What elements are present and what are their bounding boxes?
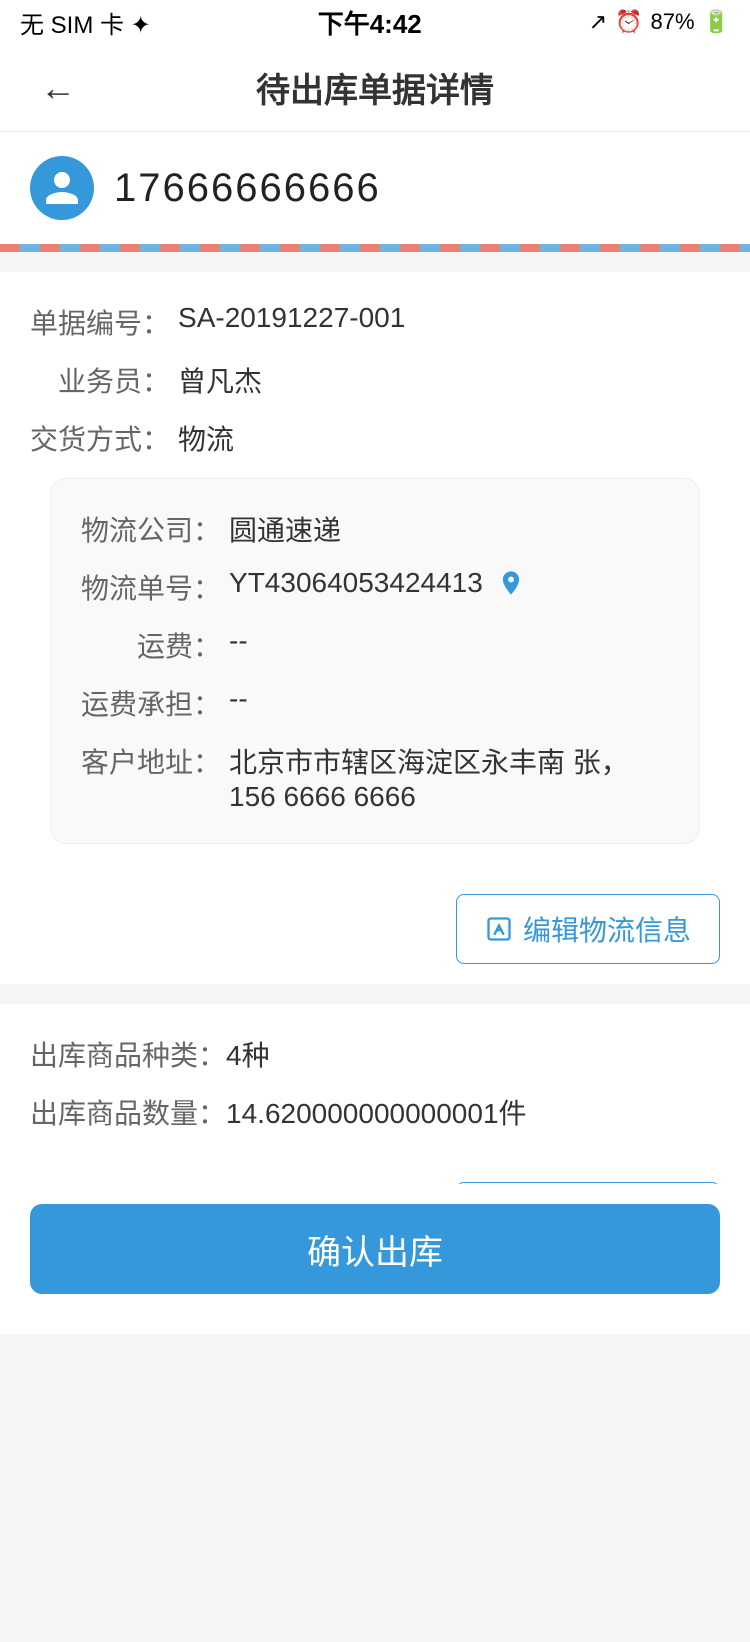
goods-types-label: 出库商品种类：: [30, 1034, 226, 1074]
address-value: 北京市市辖区海淀区永丰南 张，156 6666 6666: [229, 741, 669, 813]
alarm-icon: ⏰: [615, 9, 642, 35]
logistics-tracking-label: 物流单号：: [81, 567, 221, 607]
section-divider: [0, 984, 750, 1004]
battery-status: 87%: [651, 9, 695, 35]
freight-bearer-row: 运费承担： --: [81, 683, 669, 723]
logistics-company-label: 物流公司：: [81, 509, 221, 549]
map-pin-icon[interactable]: [495, 567, 527, 599]
edit-logistics-button[interactable]: 编辑物流信息: [456, 894, 720, 964]
goods-types-row: 出库商品种类： 4种: [30, 1034, 720, 1074]
freight-bearer-value: --: [229, 683, 669, 715]
document-number-label: 单据编号：: [30, 302, 170, 342]
page-title: 待出库单据详情: [256, 63, 494, 112]
salesman-value: 曾凡杰: [178, 360, 720, 400]
user-icon: [42, 168, 82, 208]
logistics-tracking-row: 物流单号： YT43064053424413: [81, 567, 669, 607]
logistics-company-row: 物流公司： 圆通速递: [81, 509, 669, 549]
goods-section: 出库商品种类： 4种 出库商品数量： 14.620000000000001件: [0, 1004, 750, 1162]
edit-logistics-label: 编辑物流信息: [523, 909, 691, 949]
address-label: 客户地址：: [81, 741, 221, 781]
delivery-row: 交货方式： 物流: [30, 418, 720, 458]
document-number-value: SA-20191227-001: [178, 302, 720, 334]
delivery-label: 交货方式：: [30, 418, 170, 458]
dashed-separator: [0, 244, 750, 252]
location-icon-status: ↗: [589, 9, 607, 35]
document-number-row: 单据编号： SA-20191227-001: [30, 302, 720, 342]
document-info-section: 单据编号： SA-20191227-001 业务员： 曾凡杰 交货方式： 物流 …: [0, 272, 750, 874]
salesman-label: 业务员：: [30, 360, 170, 400]
nav-bar: ← 待出库单据详情: [0, 44, 750, 132]
logistics-company-value: 圆通速递: [229, 509, 669, 549]
confirm-outbound-button[interactable]: 确认出库: [30, 1204, 720, 1294]
status-left: 无 SIM 卡 ✦: [20, 5, 151, 40]
user-phone: 17666666666: [114, 166, 381, 211]
goods-quantity-row: 出库商品数量： 14.620000000000001件: [30, 1092, 720, 1132]
battery-icon: 🔋: [703, 9, 730, 35]
sim-status: 无 SIM 卡 ✦: [20, 5, 151, 40]
confirm-btn-area: 确认出库: [0, 1184, 750, 1334]
user-header: 17666666666: [0, 132, 750, 244]
goods-types-value: 4种: [226, 1034, 270, 1074]
back-button[interactable]: ←: [30, 57, 86, 119]
status-right: ↗ ⏰ 87% 🔋: [589, 9, 730, 35]
delivery-value: 物流: [178, 418, 720, 458]
edit-btn-container: 编辑物流信息: [0, 874, 750, 984]
confirm-btn-label: 确认出库: [307, 1225, 443, 1274]
status-time: 下午4:42: [318, 4, 422, 41]
salesman-row: 业务员： 曾凡杰: [30, 360, 720, 400]
goods-quantity-value: 14.620000000000001件: [226, 1092, 527, 1132]
avatar: [30, 156, 94, 220]
freight-bearer-label: 运费承担：: [81, 683, 221, 723]
freight-row: 运费： --: [81, 625, 669, 665]
address-row: 客户地址： 北京市市辖区海淀区永丰南 张，156 6666 6666: [81, 741, 669, 813]
status-bar: 无 SIM 卡 ✦ 下午4:42 ↗ ⏰ 87% 🔋: [0, 0, 750, 44]
freight-value: --: [229, 625, 669, 657]
goods-quantity-label: 出库商品数量：: [30, 1092, 226, 1132]
edit-icon: [485, 915, 513, 943]
logistics-tracking-value: YT43064053424413: [229, 567, 669, 599]
freight-label: 运费：: [81, 625, 221, 665]
logistics-card: 物流公司： 圆通速递 物流单号： YT43064053424413 运费： --: [50, 478, 700, 844]
